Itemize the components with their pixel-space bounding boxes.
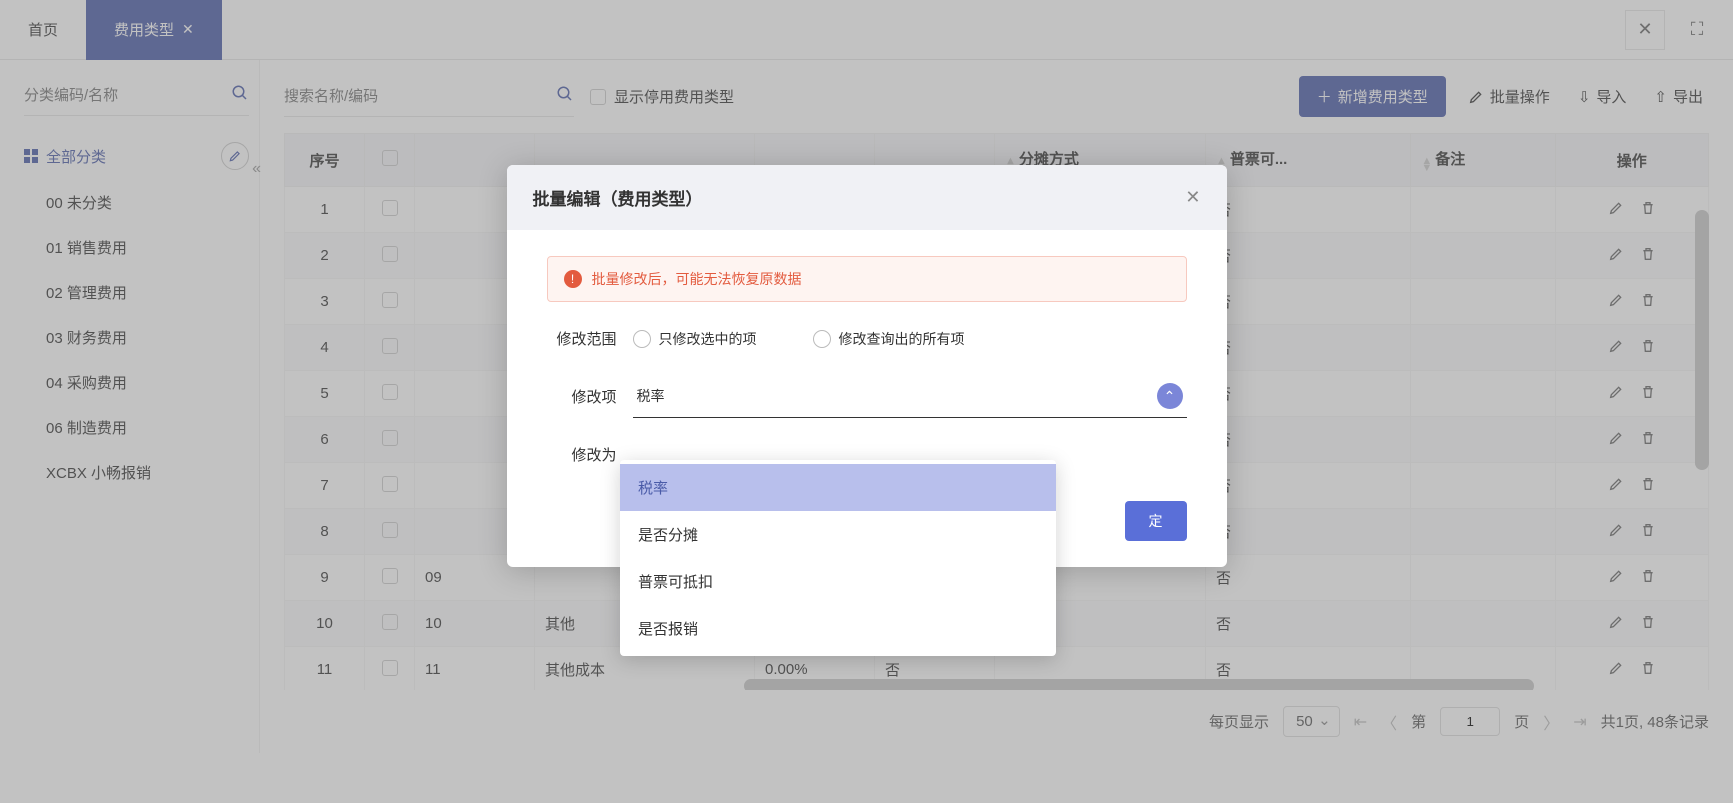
dropdown-option[interactable]: 普票可抵扣 [620,558,1056,605]
scope-selected-radio[interactable]: 只修改选中的项 [633,329,757,349]
warning-icon: ! [564,270,582,288]
scope-row: 修改范围 只修改选中的项 修改查询出的所有项 [547,328,1187,349]
dropdown-option[interactable]: 是否报销 [620,605,1056,652]
field-select[interactable]: 税率 ⌃ [633,375,1187,418]
chevron-up-icon: ⌃ [1157,383,1183,409]
dropdown-option[interactable]: 是否分摊 [620,511,1056,558]
scope-label: 修改范围 [547,328,617,349]
dropdown-option[interactable]: 税率 [620,464,1056,511]
confirm-button[interactable]: 定 [1125,501,1187,541]
modal-title: 批量编辑（费用类型） [533,185,703,210]
scope-all-radio[interactable]: 修改查询出的所有项 [813,329,965,349]
warning-alert: ! 批量修改后，可能无法恢复原数据 [547,256,1187,302]
value-label: 修改为 [547,444,617,465]
field-label: 修改项 [547,386,617,407]
field-dropdown: 税率是否分摊普票可抵扣是否报销 [620,460,1056,656]
field-row: 修改项 税率 ⌃ [547,375,1187,418]
close-icon[interactable]: ✕ [1185,187,1200,208]
